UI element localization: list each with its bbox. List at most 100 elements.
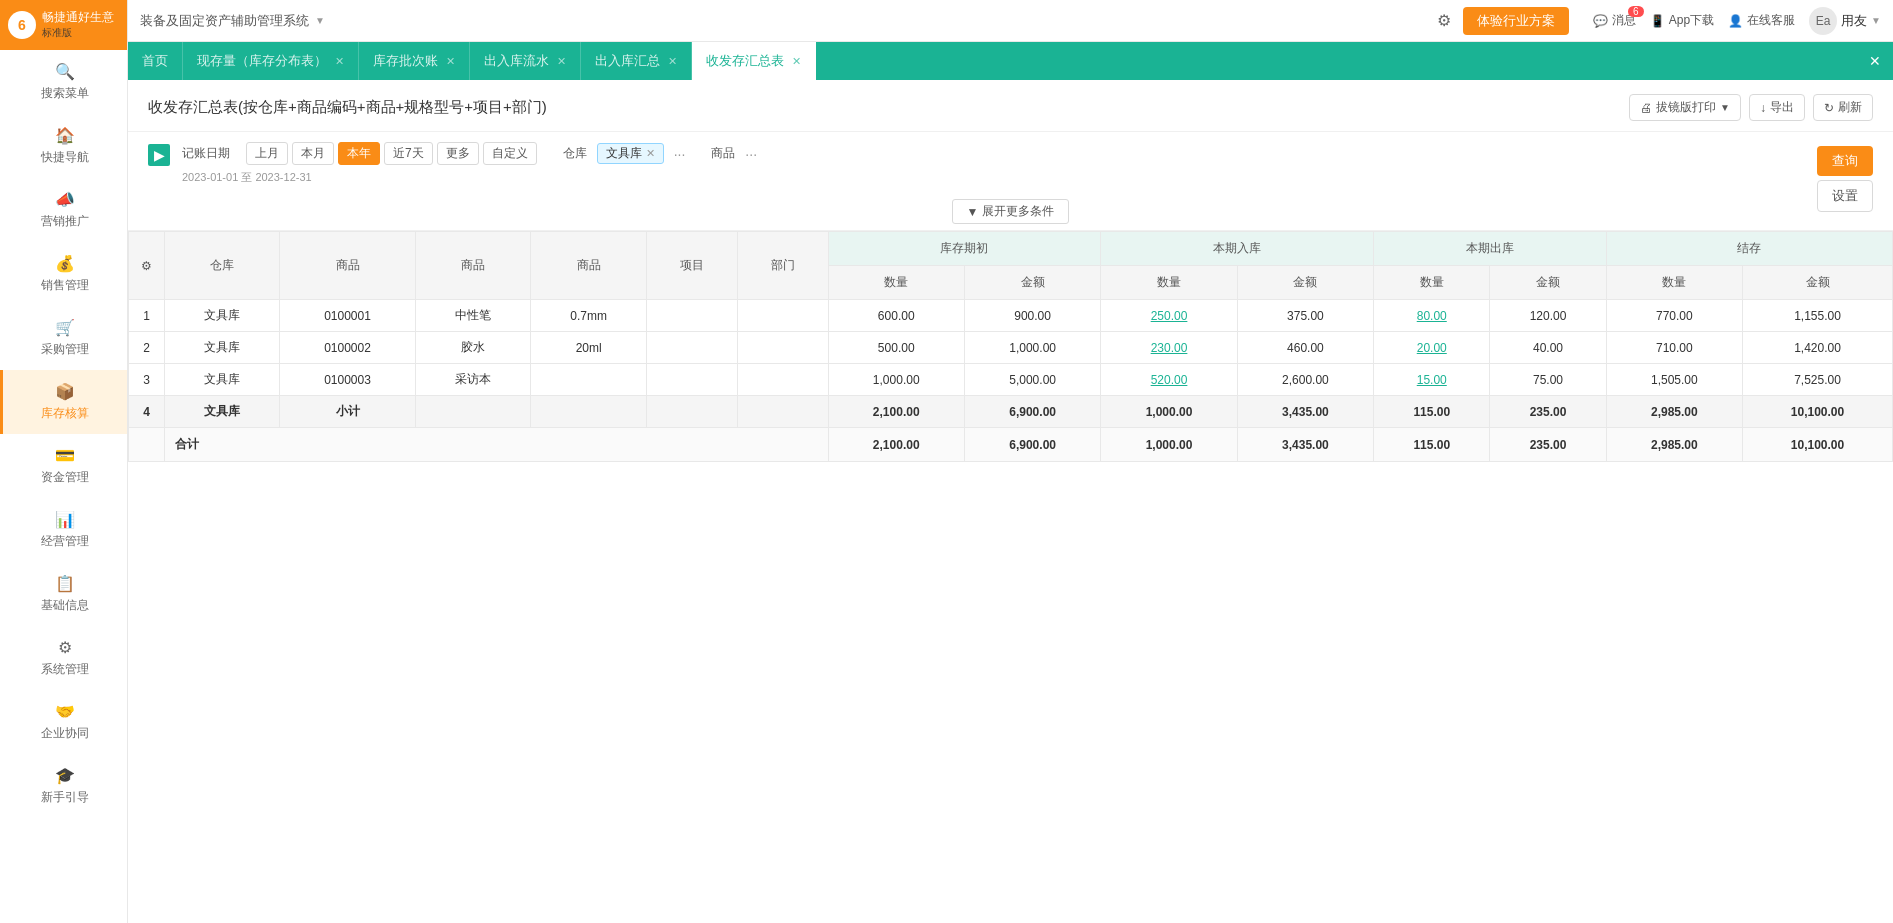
sidebar-item-inventory[interactable]: 📦 库存核算 (0, 370, 127, 434)
print-button[interactable]: 🖨 拔镜版打印 ▼ (1629, 94, 1741, 121)
row-out-qty[interactable]: 15.00 (1374, 364, 1490, 396)
close-all-tabs-icon[interactable]: ✕ (1857, 53, 1893, 69)
tab-receive-summary[interactable]: 收发存汇总表 ✕ (692, 42, 816, 80)
sidebar-item-quick-nav[interactable]: 🏠 快捷导航 (0, 114, 127, 178)
row-dept (737, 364, 828, 396)
logo-icon: 6 (8, 11, 36, 39)
sidebar-item-purchase[interactable]: 🛒 采购管理 (0, 306, 127, 370)
row-balance-amt: 1,155.00 (1743, 300, 1893, 332)
col-code-header: 商品 (279, 232, 415, 300)
trial-button[interactable]: 体验行业方案 (1463, 7, 1569, 35)
user-label: 用友 (1841, 12, 1867, 30)
sidebar-item-search[interactable]: 🔍 搜索菜单 (0, 50, 127, 114)
tab-inventory-dist[interactable]: 现存量（库存分布表） ✕ (183, 42, 359, 80)
filter-collapse-button[interactable]: ▶ (148, 144, 170, 166)
sidebar-item-operations[interactable]: 📊 经营管理 (0, 498, 127, 562)
expand-conditions-button[interactable]: ▼ 展开更多条件 (952, 199, 1070, 224)
filter-section: ▶ 记账日期 上月 本月 本年 近7天 更多 自定义 仓库 (128, 132, 1893, 193)
footer-balance-amt: 10,100.00 (1743, 428, 1893, 462)
row-out-qty[interactable]: 115.00 (1374, 396, 1490, 428)
tab-receive-summary-close[interactable]: ✕ (792, 55, 801, 68)
tab-batch-close[interactable]: ✕ (446, 55, 455, 68)
row-in-qty-link[interactable]: 520.00 (1151, 373, 1188, 387)
marketing-icon: 📣 (55, 190, 75, 209)
tab-home[interactable]: 首页 (128, 42, 183, 80)
row-in-qty[interactable]: 1,000.00 (1101, 396, 1237, 428)
col-out-amt-header: 金额 (1490, 266, 1606, 300)
row-balance-qty: 710.00 (1606, 332, 1742, 364)
export-button[interactable]: ↓ 导出 (1749, 94, 1805, 121)
column-settings-icon[interactable]: ⚙ (141, 259, 152, 273)
warehouse-tag-close[interactable]: ✕ (646, 147, 655, 160)
row-dept (737, 300, 828, 332)
row-in-amt: 2,600.00 (1237, 364, 1373, 396)
footer-out-qty: 115.00 (1374, 428, 1490, 462)
newbie-icon: 🎓 (55, 766, 75, 785)
col-dept-header: 部门 (737, 232, 828, 300)
row-balance-qty: 1,505.00 (1606, 364, 1742, 396)
row-in-qty-link[interactable]: 250.00 (1151, 309, 1188, 323)
warehouse-more-icon[interactable]: ··· (674, 146, 686, 162)
row-in-qty[interactable]: 250.00 (1101, 300, 1237, 332)
sidebar-menu: 🔍 搜索菜单 🏠 快捷导航 📣 营销推广 💰 销售管理 🛒 采购管理 📦 库存核… (0, 50, 127, 923)
sidebar-item-newbie[interactable]: 🎓 新手引导 (0, 754, 127, 818)
tab-summary-label: 出入库汇总 (595, 52, 660, 70)
settings-gear-icon[interactable]: ⚙ (1433, 7, 1455, 34)
row-opening-amt: 6,900.00 (964, 396, 1100, 428)
app-download-action[interactable]: 📱 App下载 (1650, 12, 1714, 29)
date-btn-last-month[interactable]: 上月 (246, 142, 288, 165)
table-footer-row: 合计 2,100.00 6,900.00 1,000.00 3,435.00 1… (129, 428, 1893, 462)
col-opening-header: 库存期初 (828, 232, 1101, 266)
sidebar-item-system[interactable]: ⚙ 系统管理 (0, 626, 127, 690)
date-btn-7days[interactable]: 近7天 (384, 142, 433, 165)
sidebar-item-base-info[interactable]: 📋 基础信息 (0, 562, 127, 626)
refresh-button[interactable]: ↻ 刷新 (1813, 94, 1873, 121)
notification-action[interactable]: 💬 消息 6 (1593, 12, 1636, 29)
col-warehouse-header: 仓库 (165, 232, 280, 300)
tab-summary[interactable]: 出入库汇总 ✕ (581, 42, 692, 80)
print-icon: 🖨 (1640, 101, 1652, 115)
tab-batch[interactable]: 库存批次账 ✕ (359, 42, 470, 80)
row-code: 小计 (279, 396, 415, 428)
tab-flow[interactable]: 出入库流水 ✕ (470, 42, 581, 80)
row-in-qty[interactable]: 230.00 (1101, 332, 1237, 364)
col-settings-header[interactable]: ⚙ (129, 232, 165, 300)
sidebar-item-sales[interactable]: 💰 销售管理 (0, 242, 127, 306)
row-out-qty[interactable]: 20.00 (1374, 332, 1490, 364)
query-button[interactable]: 查询 (1817, 146, 1873, 176)
date-btn-this-month[interactable]: 本月 (292, 142, 334, 165)
date-btn-this-year[interactable]: 本年 (338, 142, 380, 165)
system-name: 装备及固定资产辅助管理系统 (140, 12, 309, 30)
row-balance-qty: 2,985.00 (1606, 396, 1742, 428)
row-opening-amt: 5,000.00 (964, 364, 1100, 396)
online-service-action[interactable]: 👤 在线客服 (1728, 12, 1795, 29)
sales-icon: 💰 (55, 254, 75, 273)
tab-flow-label: 出入库流水 (484, 52, 549, 70)
row-out-qty-link[interactable]: 80.00 (1417, 309, 1447, 323)
page-header-actions: 🖨 拔镜版打印 ▼ ↓ 导出 ↻ 刷新 (1629, 94, 1873, 121)
sidebar-item-enterprise[interactable]: 🤝 企业协同 (0, 690, 127, 754)
tab-summary-close[interactable]: ✕ (668, 55, 677, 68)
sidebar-label-operations: 经营管理 (41, 533, 89, 550)
sidebar-item-marketing[interactable]: 📣 营销推广 (0, 178, 127, 242)
table-row: 1文具库0100001中性笔0.7mm600.00900.00250.00375… (129, 300, 1893, 332)
filter-setting-button[interactable]: 设置 (1817, 180, 1873, 212)
date-btn-more[interactable]: 更多 (437, 142, 479, 165)
sidebar-item-assets[interactable]: 💳 资金管理 (0, 434, 127, 498)
row-in-qty[interactable]: 520.00 (1101, 364, 1237, 396)
tab-flow-close[interactable]: ✕ (557, 55, 566, 68)
row-spec: 0.7mm (531, 300, 647, 332)
date-btn-custom[interactable]: 自定义 (483, 142, 537, 165)
page-inner: 收发存汇总表(按仓库+商品编码+商品+规格型号+项目+部门) 🖨 拔镜版打印 ▼… (128, 80, 1893, 923)
sidebar-label-search: 搜索菜单 (41, 85, 89, 102)
col-opening-qty-header: 数量 (828, 266, 964, 300)
row-out-qty-link[interactable]: 15.00 (1417, 373, 1447, 387)
row-out-qty[interactable]: 80.00 (1374, 300, 1490, 332)
row-in-qty-link[interactable]: 230.00 (1151, 341, 1188, 355)
row-out-qty-link[interactable]: 20.00 (1417, 341, 1447, 355)
user-menu[interactable]: Ea 用友 ▼ (1809, 7, 1881, 35)
tab-inventory-dist-close[interactable]: ✕ (335, 55, 344, 68)
goods-more-icon[interactable]: ··· (745, 146, 757, 162)
sidebar-label-marketing: 营销推广 (41, 213, 89, 230)
online-service-label: 在线客服 (1747, 12, 1795, 29)
